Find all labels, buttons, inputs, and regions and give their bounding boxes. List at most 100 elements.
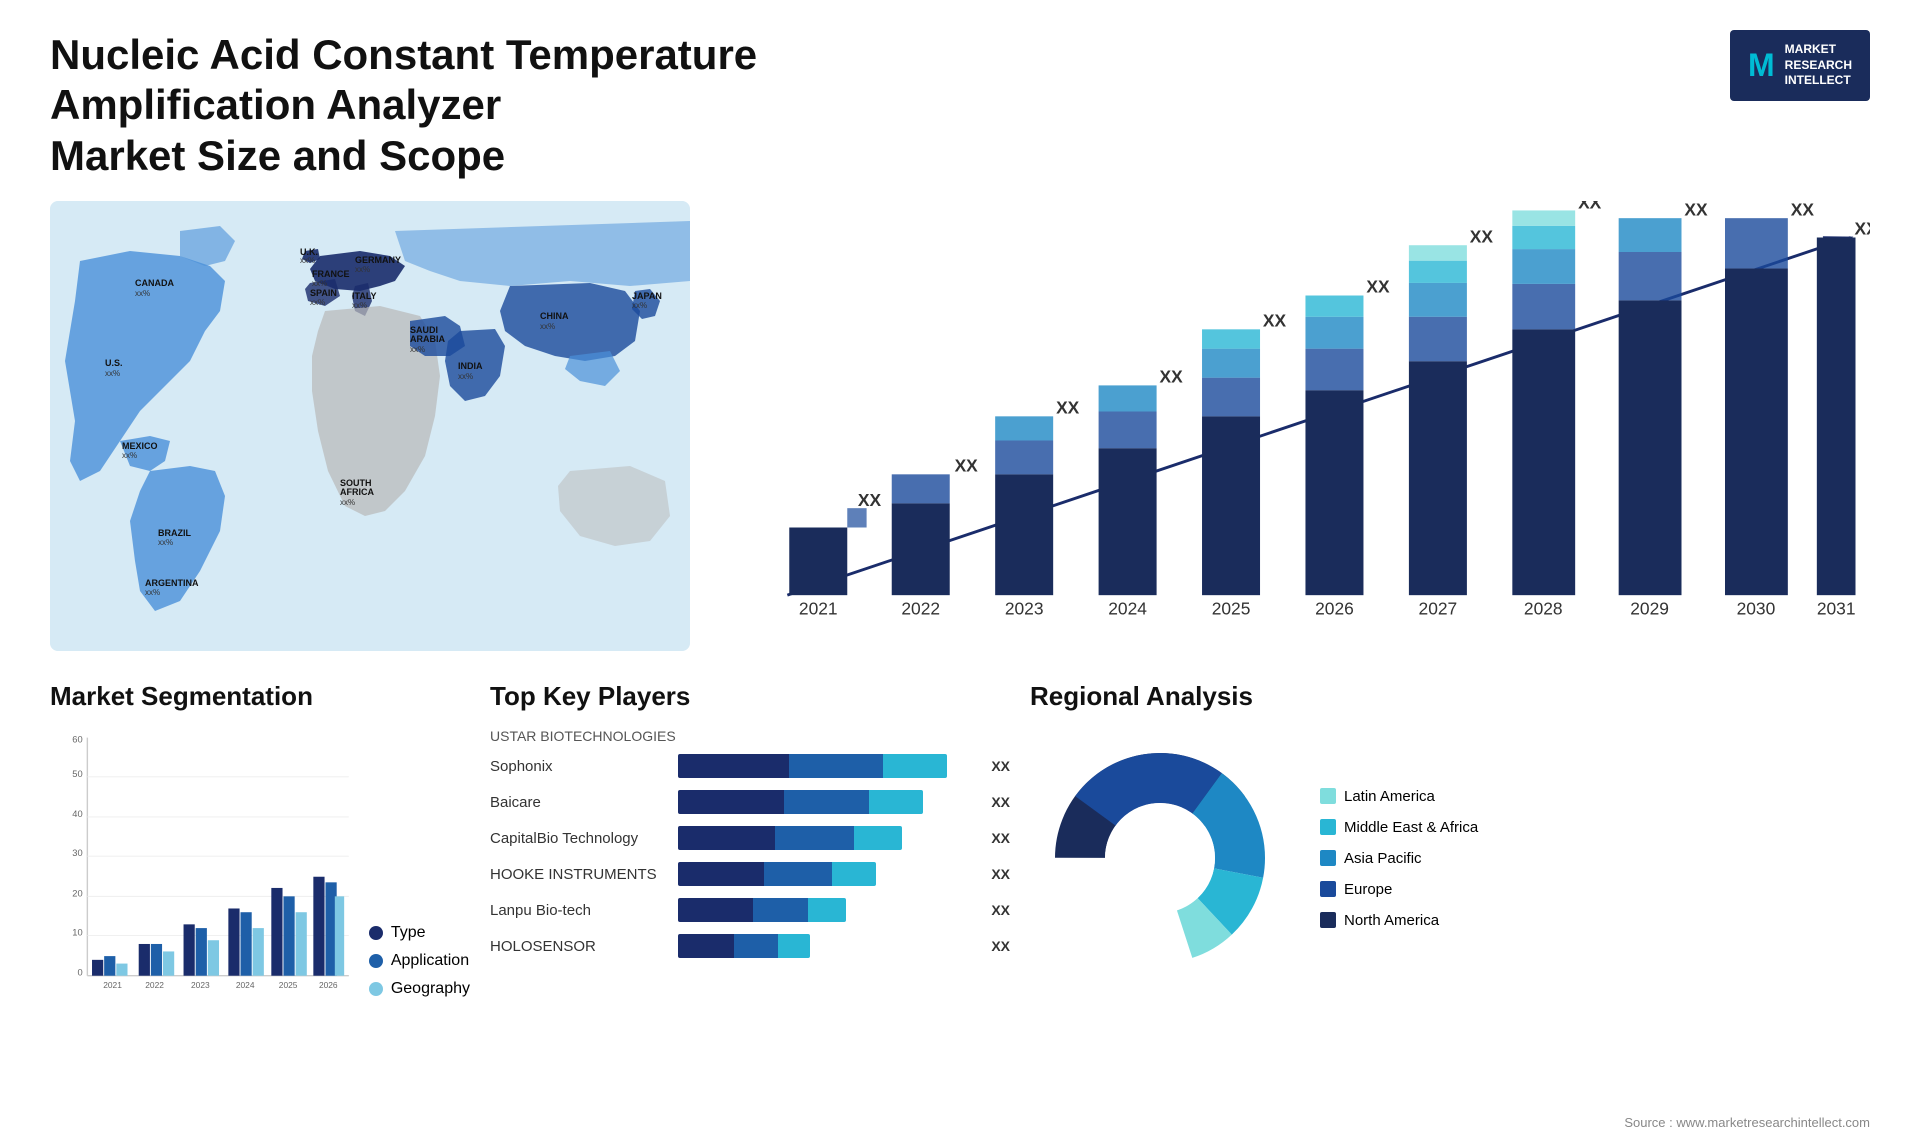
player-row: HOOKE INSTRUMENTS XX (490, 862, 1010, 886)
legend-geography: Geography (369, 980, 470, 998)
svg-text:2025: 2025 (279, 980, 298, 990)
europe-label: Europe (1344, 881, 1392, 898)
svg-text:0: 0 (77, 968, 82, 978)
title-line1: Nucleic Acid Constant Temperature Amplif… (50, 31, 757, 128)
svg-text:CANADA: CANADA (135, 278, 174, 288)
player-row: CapitalBio Technology XX (490, 826, 1010, 850)
player-name: Baicare (490, 794, 670, 811)
svg-text:60: 60 (72, 734, 82, 744)
svg-text:xx%: xx% (540, 322, 555, 331)
players-subtitle: USTAR BIOTECHNOLOGIES (490, 728, 1010, 744)
player-bar (678, 826, 977, 850)
svg-text:2022: 2022 (901, 599, 940, 619)
svg-text:2025: 2025 (1212, 599, 1251, 619)
svg-text:AFRICA: AFRICA (340, 487, 374, 497)
middle-east-africa-color (1320, 819, 1336, 835)
header: Nucleic Acid Constant Temperature Amplif… (50, 30, 1870, 181)
svg-text:2027: 2027 (1419, 599, 1458, 619)
north-america-color (1320, 912, 1336, 928)
svg-text:xx%: xx% (410, 345, 425, 354)
player-name: Lanpu Bio-tech (490, 902, 670, 919)
svg-text:FRANCE: FRANCE (312, 269, 350, 279)
logo-line1: MARKET (1785, 42, 1852, 58)
legend-type-label: Type (391, 924, 426, 942)
svg-text:XX: XX (1263, 311, 1287, 331)
svg-text:U.S.: U.S. (105, 358, 123, 368)
player-xx: XX (991, 866, 1010, 882)
svg-text:xx%: xx% (352, 301, 367, 310)
legend-asia-pacific: Asia Pacific (1320, 850, 1478, 867)
logo-area: M MARKET RESEARCH INTELLECT (1730, 30, 1870, 101)
player-xx: XX (991, 758, 1010, 774)
logo-text: MARKET RESEARCH INTELLECT (1785, 42, 1852, 89)
player-xx: XX (991, 830, 1010, 846)
legend-north-america: North America (1320, 912, 1478, 929)
player-row: HOLOSENSOR XX (490, 934, 1010, 958)
svg-text:XX: XX (1684, 201, 1708, 219)
svg-text:xx%: xx% (355, 265, 370, 274)
seg-legend: Type Application Geography (369, 924, 470, 1008)
player-name: CapitalBio Technology (490, 830, 670, 847)
svg-text:XX: XX (1470, 227, 1494, 247)
svg-text:2030: 2030 (1737, 599, 1776, 619)
logo-line3: INTELLECT (1785, 73, 1852, 89)
svg-text:xx%: xx% (340, 498, 355, 507)
latin-america-label: Latin America (1344, 788, 1435, 805)
svg-text:2026: 2026 (1315, 599, 1354, 619)
player-bar (678, 862, 977, 886)
logo-line2: RESEARCH (1785, 58, 1852, 74)
svg-text:2031: 2031 (1817, 599, 1856, 619)
svg-text:XX: XX (1159, 367, 1183, 387)
world-map-svg: CANADA xx% U.S. xx% MEXICO xx% BRAZIL xx… (50, 201, 690, 651)
svg-text:XX: XX (1791, 201, 1815, 219)
latin-america-color (1320, 788, 1336, 804)
svg-text:xx%: xx% (122, 451, 137, 460)
svg-text:2026: 2026 (319, 980, 338, 990)
svg-text:XX: XX (1578, 201, 1602, 213)
europe-color (1320, 881, 1336, 897)
middle-east-africa-label: Middle East & Africa (1344, 819, 1478, 836)
legend-middle-east-africa: Middle East & Africa (1320, 819, 1478, 836)
donut-chart (1030, 728, 1290, 988)
logo-m-letter: M (1748, 47, 1775, 84)
svg-text:BRAZIL: BRAZIL (158, 528, 191, 538)
page: Nucleic Acid Constant Temperature Amplif… (0, 0, 1920, 1146)
north-america-label: North America (1344, 912, 1439, 929)
player-bar (678, 898, 977, 922)
legend-application-dot (369, 954, 383, 968)
legend-geography-label: Geography (391, 980, 470, 998)
seg-chart-area: 0 10 20 30 40 50 60 (50, 728, 470, 1008)
donut-area: Latin America Middle East & Africa Asia … (1030, 728, 1870, 988)
legend-application: Application (369, 952, 470, 970)
svg-text:2023: 2023 (191, 980, 210, 990)
svg-text:xx%: xx% (312, 279, 327, 288)
regional-section: Regional Analysis (1030, 681, 1870, 988)
player-row: Sophonix XX (490, 754, 1010, 778)
svg-text:XX: XX (1855, 219, 1870, 239)
svg-text:2021: 2021 (799, 599, 838, 619)
player-row: Lanpu Bio-tech XX (490, 898, 1010, 922)
asia-pacific-label: Asia Pacific (1344, 850, 1422, 867)
svg-text:40: 40 (72, 809, 82, 819)
svg-text:XX: XX (955, 456, 979, 476)
svg-text:2029: 2029 (1630, 599, 1669, 619)
player-xx: XX (991, 938, 1010, 954)
svg-text:GERMANY: GERMANY (355, 255, 401, 265)
player-row: Baicare XX (490, 790, 1010, 814)
legend-application-label: Application (391, 952, 469, 970)
svg-text:XX: XX (858, 490, 882, 510)
svg-text:CHINA: CHINA (540, 311, 569, 321)
player-bar (678, 934, 977, 958)
seg-bars-svg: 0 10 20 30 40 50 60 (50, 728, 349, 1018)
player-bar (678, 754, 977, 778)
legend-europe: Europe (1320, 881, 1478, 898)
player-name: HOOKE INSTRUMENTS (490, 866, 670, 883)
svg-text:2028: 2028 (1524, 599, 1563, 619)
svg-text:XX: XX (1366, 277, 1390, 297)
svg-text:INDIA: INDIA (458, 361, 483, 371)
svg-text:xx%: xx% (135, 289, 150, 298)
svg-text:30: 30 (72, 848, 82, 858)
player-xx: XX (991, 902, 1010, 918)
svg-text:MEXICO: MEXICO (122, 441, 158, 451)
players-title: Top Key Players (490, 681, 1010, 712)
